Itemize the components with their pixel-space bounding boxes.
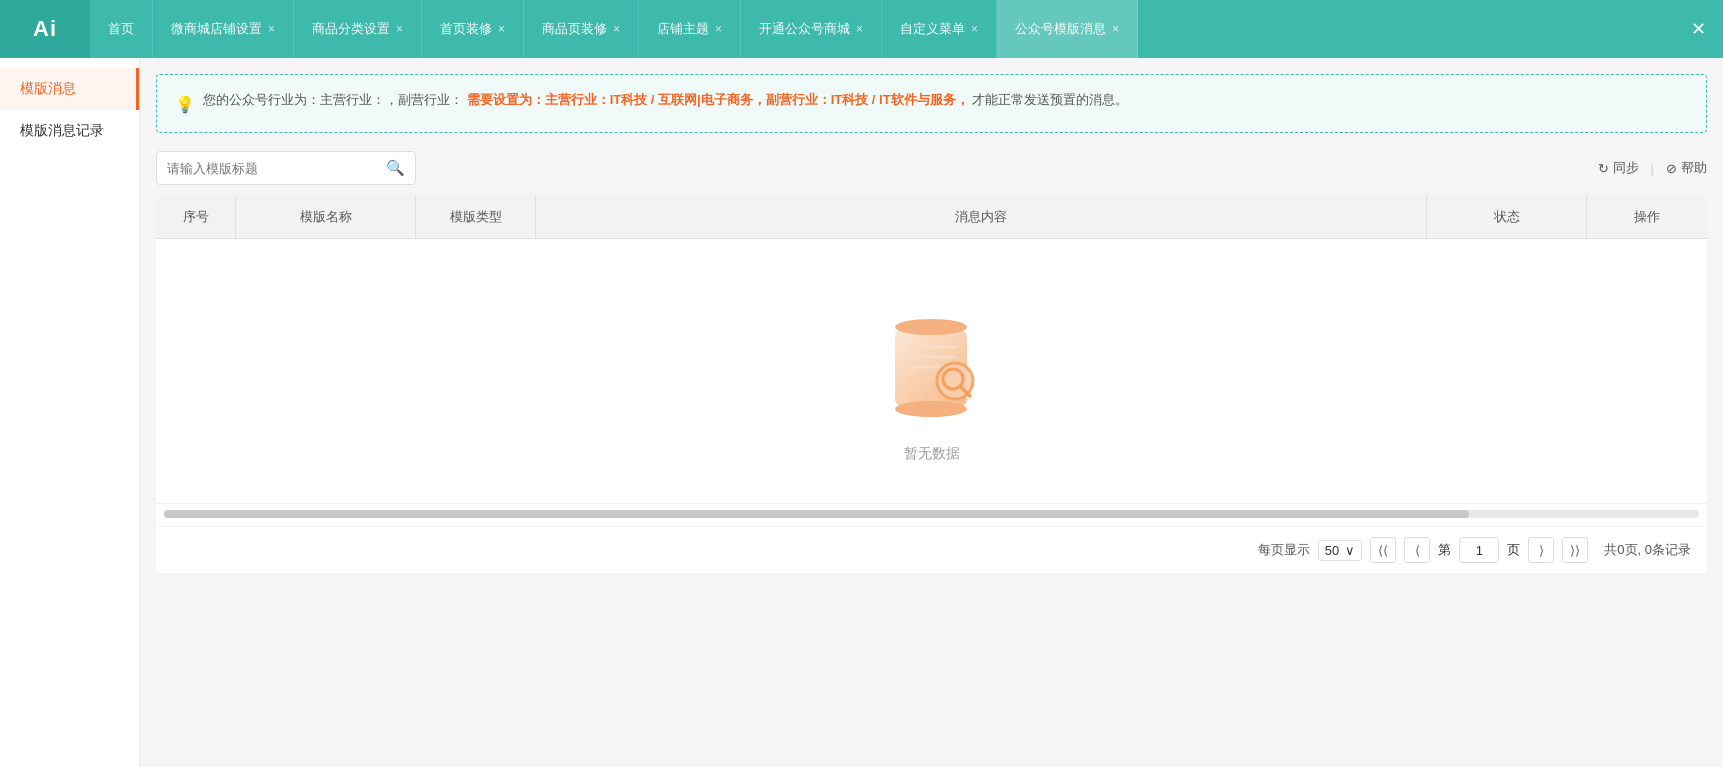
tab-list: 首页微商城店铺设置×商品分类设置×首页装修×商品页装修×店铺主题×开通公众号商城… [90,0,1673,58]
search-row: 🔍 ↻ 同步 | ⊘ 帮助 [156,151,1707,185]
tab-close-icon[interactable]: × [268,22,275,36]
search-icon[interactable]: 🔍 [386,159,405,177]
scrollbar-row [156,503,1707,526]
page-total: 共0页, 0条记录 [1604,541,1691,559]
alert-text: 您的公众号行业为：主营行业：，副营行业： 需要设置为：主营行业：IT科技 / 互… [203,89,1128,111]
search-actions: ↻ 同步 | ⊘ 帮助 [1598,159,1707,177]
divider: | [1651,161,1654,176]
chevron-down-icon: ∨ [1345,543,1355,558]
tab-label: 公众号模版消息 [1015,20,1106,38]
tab-自定义菜单[interactable]: 自定义菜单 × [882,0,997,58]
sidebar-item-模版消息[interactable]: 模版消息 [0,68,139,110]
tab-店铺主题[interactable]: 店铺主题 × [639,0,741,58]
table-col-状态: 状态 [1427,195,1587,238]
tab-label: 开通公众号商城 [759,20,850,38]
empty-state: 暂无数据 [156,239,1707,503]
first-page-button[interactable]: ⟨⟨ [1370,537,1396,563]
sidebar: 模版消息模版消息记录 [0,58,140,767]
help-icon: ⊘ [1666,161,1677,176]
topbar: Ai 首页微商城店铺设置×商品分类设置×首页装修×商品页装修×店铺主题×开通公众… [0,0,1723,58]
tab-close-icon[interactable]: × [715,22,722,36]
tab-首页[interactable]: 首页 [90,0,153,58]
table-col-消息内容: 消息内容 [536,195,1427,238]
tab-公众号模版消息[interactable]: 公众号模版消息 × [997,0,1138,58]
svg-point-4 [895,401,967,417]
page-suffix: 页 [1507,541,1520,559]
tab-开通公众号商城[interactable]: 开通公众号商城 × [741,0,882,58]
tab-close-icon[interactable]: × [856,22,863,36]
alert-banner: 💡 您的公众号行业为：主营行业：，副营行业： 需要设置为：主营行业：IT科技 /… [156,74,1707,133]
sync-icon: ↻ [1598,161,1609,176]
svg-point-3 [895,319,967,335]
tab-label: 首页装修 [440,20,492,38]
sidebar-item-模版消息记录[interactable]: 模版消息记录 [0,110,139,152]
page-size-select[interactable]: 50 ∨ [1318,540,1362,561]
help-button[interactable]: ⊘ 帮助 [1666,159,1707,177]
table: 序号模版名称模版类型消息内容状态操作 [156,195,1707,573]
page-input[interactable] [1459,537,1499,563]
empty-text: 暂无数据 [904,445,960,463]
tab-微商城店铺设置[interactable]: 微商城店铺设置 × [153,0,294,58]
last-page-button[interactable]: ⟩⟩ [1562,537,1588,563]
tab-label: 店铺主题 [657,20,709,38]
table-col-操作: 操作 [1587,195,1707,238]
main-content: 💡 您的公众号行业为：主营行业：，副营行业： 需要设置为：主营行业：IT科技 /… [140,58,1723,767]
empty-illustration [867,299,997,429]
tab-close-icon[interactable]: × [1112,22,1119,36]
search-box: 🔍 [156,151,416,185]
tab-label: 微商城店铺设置 [171,20,262,38]
tab-商品页装修[interactable]: 商品页装修 × [524,0,639,58]
page-label: 第 [1438,541,1451,559]
next-page-button[interactable]: ⟩ [1528,537,1554,563]
page-size-label: 每页显示 [1258,541,1310,559]
alert-highlight: 需要设置为：主营行业：IT科技 / 互联网|电子商务，副营行业：IT科技 / I… [467,92,969,107]
tab-close-icon[interactable]: × [498,22,505,36]
search-input[interactable] [167,161,386,176]
table-col-模版类型: 模版类型 [416,195,536,238]
tab-label: 自定义菜单 [900,20,965,38]
tab-首页装修[interactable]: 首页装修 × [422,0,524,58]
tab-label: 首页 [108,20,134,38]
pagination: 每页显示 50 ∨ ⟨⟨ ⟨ 第 页 ⟩ ⟩⟩ 共0页, 0条记录 [156,526,1707,573]
scrollbar-thumb[interactable] [164,510,1469,518]
tab-label: 商品页装修 [542,20,607,38]
tab-label: 商品分类设置 [312,20,390,38]
window-close-button[interactable]: ✕ [1673,0,1723,58]
table-col-序号: 序号 [156,195,236,238]
lightbulb-icon: 💡 [175,91,195,118]
table-header: 序号模版名称模版类型消息内容状态操作 [156,195,1707,239]
table-col-模版名称: 模版名称 [236,195,416,238]
brand-logo: Ai [0,0,90,58]
tab-close-icon[interactable]: × [613,22,620,36]
tab-商品分类设置[interactable]: 商品分类设置 × [294,0,422,58]
main-layout: 模版消息模版消息记录 💡 您的公众号行业为：主营行业：，副营行业： 需要设置为：… [0,58,1723,767]
sync-button[interactable]: ↻ 同步 [1598,159,1639,177]
prev-page-button[interactable]: ⟨ [1404,537,1430,563]
scrollbar-track [164,510,1699,518]
tab-close-icon[interactable]: × [396,22,403,36]
tab-close-icon[interactable]: × [971,22,978,36]
